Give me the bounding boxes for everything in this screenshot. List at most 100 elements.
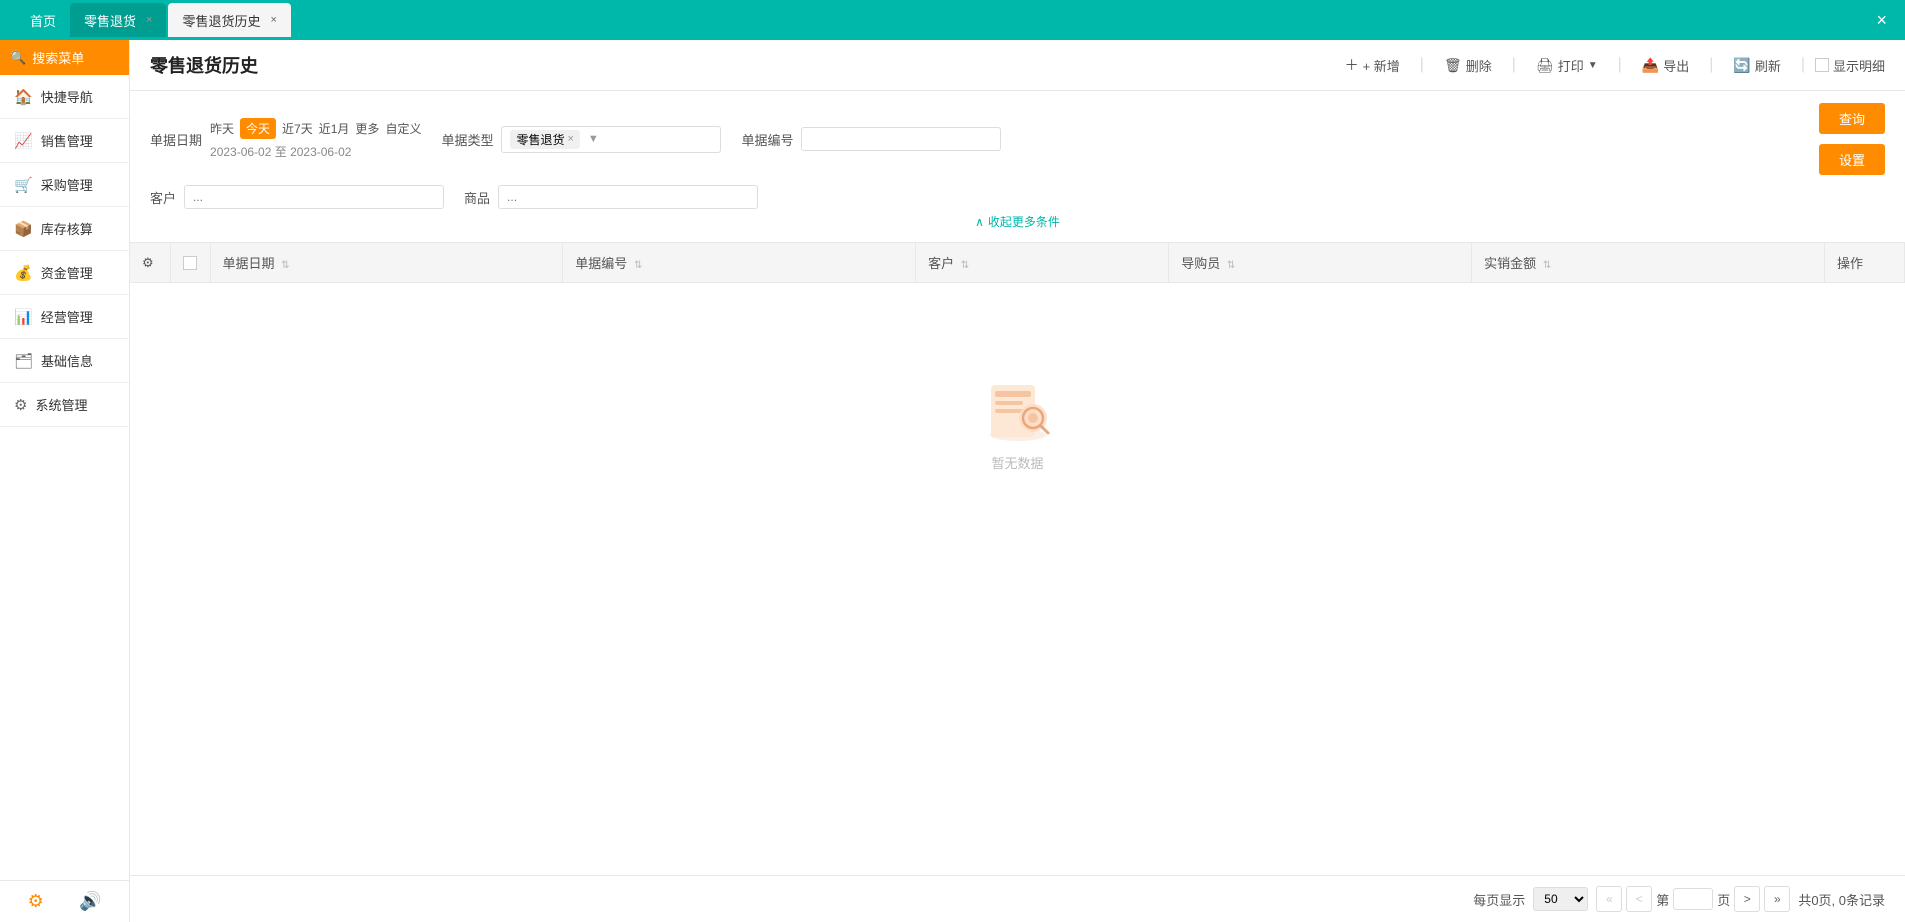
date-opt-more[interactable]: 更多 [355, 120, 379, 137]
show-detail-checkbox[interactable] [1815, 58, 1829, 72]
new-button[interactable]: ＋ + 新增 [1335, 50, 1410, 80]
empty-icon [973, 363, 1063, 453]
th-date-sort-icon[interactable]: ⇅ [281, 260, 289, 271]
th-actions-label: 操作 [1837, 256, 1863, 271]
th-number-sort-icon[interactable]: ⇅ [634, 260, 642, 271]
sidebar-item-purchase-label: 采购管理 [41, 175, 93, 194]
export-icon: 📤 [1642, 57, 1659, 74]
date-opt-7days[interactable]: 近7天 [282, 120, 313, 137]
goods-input[interactable] [498, 185, 758, 209]
number-input[interactable] [801, 127, 1001, 151]
inventory-icon: 📦 [14, 220, 33, 238]
sidebar-item-sales[interactable]: 📈 销售管理 [0, 119, 129, 163]
separator-4: | [1709, 56, 1713, 74]
th-amount-label: 实销金额 [1484, 256, 1536, 271]
show-detail-area: 显示明细 [1815, 56, 1885, 75]
filter-area: 单据日期 昨天 今天 近7天 近1月 更多 自定义 2023-06-02 至 2… [130, 91, 1905, 243]
top-bar-right: × [1868, 10, 1895, 31]
page-size-label: 每页显示 [1473, 890, 1525, 909]
page-prev-button[interactable]: < [1626, 886, 1652, 912]
data-table: ⚙ 单据日期 ⇅ 单据编号 ⇅ [130, 243, 1905, 283]
sidebar-item-finance[interactable]: 💰 资金管理 [0, 251, 129, 295]
table-header: ⚙ 单据日期 ⇅ 单据编号 ⇅ [130, 243, 1905, 283]
date-opt-yesterday[interactable]: 昨天 [210, 120, 234, 137]
number-filter-label: 单据编号 [741, 130, 793, 149]
filter-row-2: 客户 商品 [150, 185, 1885, 209]
date-opt-today[interactable]: 今天 [240, 118, 276, 139]
filter-row-1: 单据日期 昨天 今天 近7天 近1月 更多 自定义 2023-06-02 至 2… [150, 103, 1885, 175]
date-opt-1month[interactable]: 近1月 [319, 120, 350, 137]
goods-filter: 商品 [464, 185, 758, 209]
type-tag-remove[interactable]: × [567, 133, 573, 145]
sidebar-item-basic-info[interactable]: 🗂 基础信息 [0, 339, 129, 383]
type-filter-label: 单据类型 [441, 130, 493, 149]
tab-retail-return-close[interactable]: × [146, 14, 152, 26]
filter-action-buttons: 查询 设置 [1819, 103, 1885, 175]
th-number-label: 单据编号 [575, 256, 627, 271]
empty-label: 暂无数据 [991, 453, 1043, 472]
th-guide: 导购员 ⇅ [1169, 243, 1472, 283]
date-opt-custom[interactable]: 自定义 [385, 120, 421, 137]
table-check-all[interactable] [183, 256, 197, 270]
sidebar-item-operations-label: 经营管理 [41, 307, 93, 326]
sidebar-item-basic-info-label: 基础信息 [41, 351, 93, 370]
th-customer-label: 客户 [928, 256, 954, 271]
th-check [170, 243, 210, 283]
separator-1: | [1420, 56, 1424, 74]
window-close-button[interactable]: × [1868, 10, 1895, 31]
print-button-label: 打印 [1558, 56, 1584, 75]
date-filter-label: 单据日期 [150, 130, 202, 149]
page-nav: « < 第 1 页 > » [1596, 886, 1790, 912]
query-button[interactable]: 查询 [1819, 103, 1885, 134]
sidebar-item-system[interactable]: ⚙ 系统管理 [0, 383, 129, 427]
type-select[interactable]: 零售退货 × ▼ [501, 126, 721, 153]
setting-button[interactable]: 设置 [1819, 144, 1885, 175]
table-container: ⚙ 单据日期 ⇅ 单据编号 ⇅ [130, 243, 1905, 875]
page-size-select[interactable]: 10 20 50 100 [1533, 887, 1588, 911]
system-icon: ⚙ [14, 396, 27, 414]
separator-3: | [1618, 56, 1622, 74]
refresh-icon: 🔄 [1733, 57, 1750, 74]
customer-input[interactable] [184, 185, 444, 209]
th-customer-sort-icon[interactable]: ⇅ [961, 260, 969, 271]
number-filter: 单据编号 [741, 127, 1001, 151]
date-filter: 单据日期 昨天 今天 近7天 近1月 更多 自定义 2023-06-02 至 2… [150, 118, 421, 160]
sidebar-item-quick-nav[interactable]: 🏠 快捷导航 [0, 75, 129, 119]
delete-button[interactable]: 🗑 删除 [1434, 51, 1502, 80]
type-filter: 单据类型 零售退货 × ▼ [441, 126, 721, 153]
settings-bottom-icon[interactable]: ⚙ [28, 891, 44, 912]
sidebar-search-bar[interactable]: 🔍 搜索菜单 [0, 40, 129, 75]
tab-home[interactable]: 首页 [18, 3, 68, 37]
sidebar-item-finance-label: 资金管理 [41, 263, 93, 282]
tab-retail-return[interactable]: 零售退货 × [70, 3, 166, 37]
settings-icon[interactable]: ⚙ [142, 255, 154, 270]
page-label-prefix: 第 [1656, 890, 1669, 909]
th-actions: 操作 [1825, 243, 1905, 283]
tab-retail-return-history-close[interactable]: × [270, 14, 276, 26]
print-arrow-icon: ▼ [1588, 60, 1598, 71]
pagination-bar: 每页显示 10 20 50 100 « < 第 1 页 > » 共0页, 0条记… [130, 875, 1905, 922]
page-next-button[interactable]: > [1734, 886, 1760, 912]
sidebar-item-inventory[interactable]: 📦 库存核算 [0, 207, 129, 251]
goods-filter-label: 商品 [464, 188, 490, 207]
finance-icon: 💰 [14, 264, 33, 282]
refresh-button[interactable]: 🔄 刷新 [1723, 51, 1790, 80]
customer-filter: 客户 [150, 185, 444, 209]
page-last-button[interactable]: » [1764, 886, 1790, 912]
page-number-input[interactable]: 1 [1673, 888, 1713, 910]
sidebar-item-inventory-label: 库存核算 [41, 219, 93, 238]
th-guide-sort-icon[interactable]: ⇅ [1227, 260, 1235, 271]
sidebar-item-purchase[interactable]: 🛒 采购管理 [0, 163, 129, 207]
sidebar-item-operations[interactable]: 📊 经营管理 [0, 295, 129, 339]
collapse-button[interactable]: ∧ 收起更多条件 [975, 213, 1060, 230]
volume-icon[interactable]: 🔊 [79, 891, 101, 912]
query-button-label: 查询 [1839, 112, 1865, 127]
separator-2: | [1512, 56, 1516, 74]
export-button[interactable]: 📤 导出 [1632, 51, 1699, 80]
th-amount-sort-icon[interactable]: ⇅ [1543, 260, 1551, 271]
print-button[interactable]: 🖨 打印 ▼ [1526, 51, 1608, 80]
sidebar-search-label: 搜索菜单 [32, 48, 84, 67]
page-first-button[interactable]: « [1596, 886, 1622, 912]
sidebar-item-sales-label: 销售管理 [41, 131, 93, 150]
tab-retail-return-history[interactable]: 零售退货历史 × [168, 3, 290, 37]
